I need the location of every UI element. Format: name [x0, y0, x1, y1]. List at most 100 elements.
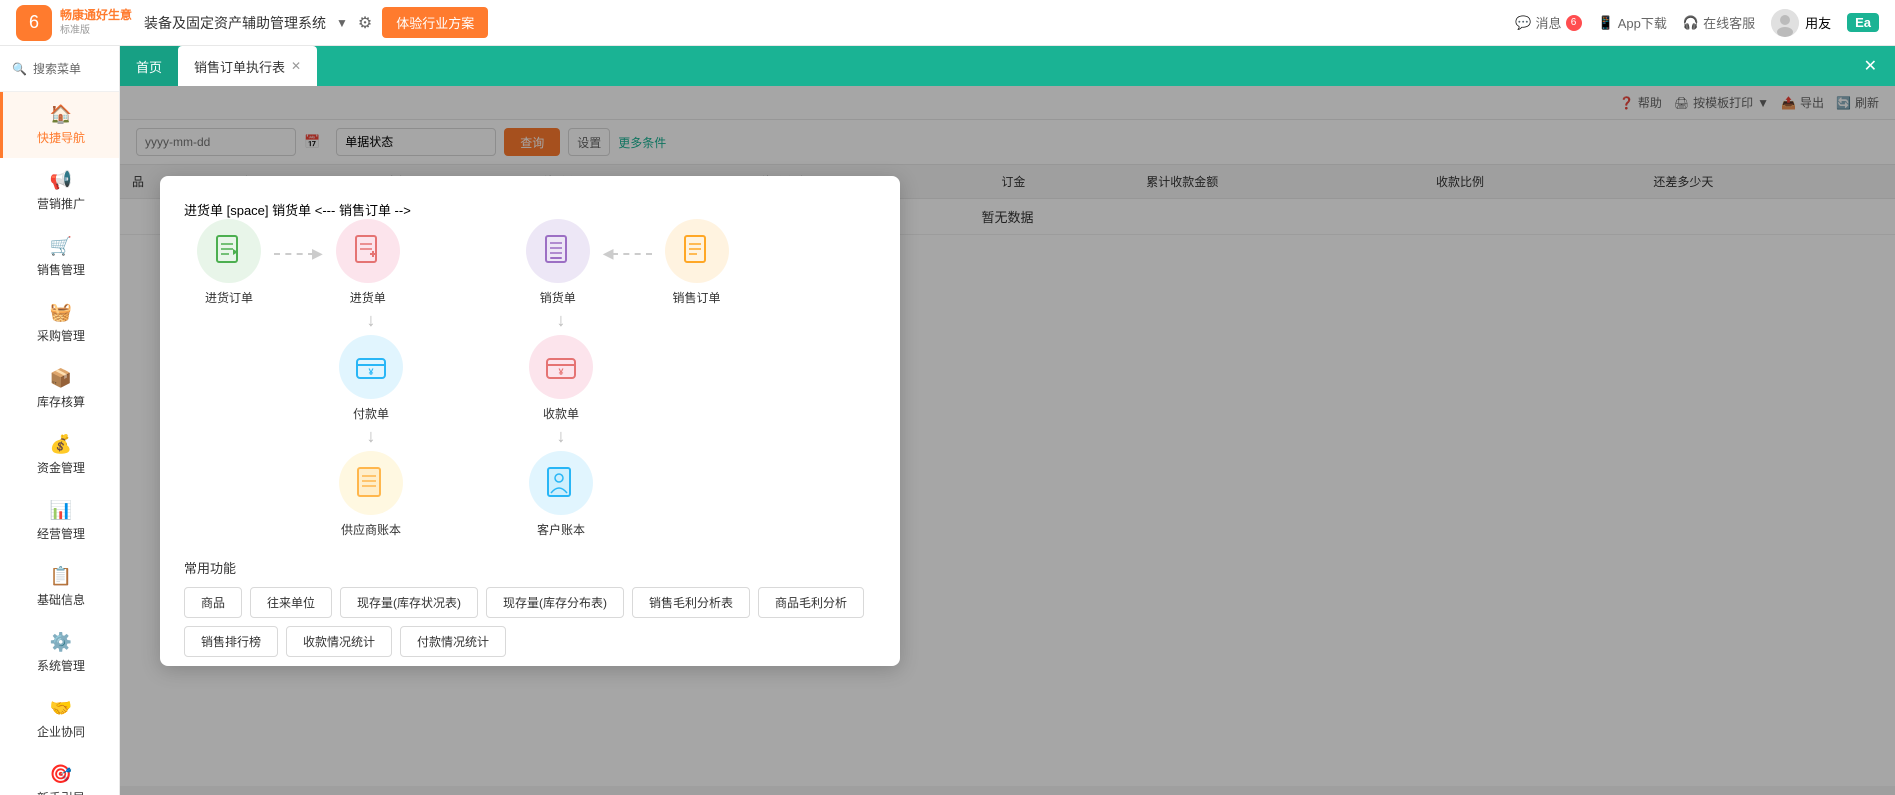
customer-account-circle[interactable] [529, 451, 593, 515]
system-dropdown-button[interactable]: ▼ [336, 16, 348, 30]
popup-overlay[interactable]: 进货单 [space] 销货单 <--- 销售订单 --> 进货订单 ▶ [120, 86, 1895, 795]
tab-sales-order[interactable]: 销售订单执行表 ✕ [178, 46, 317, 86]
btn-stock-dist[interactable]: 现存量(库存分布表) [486, 587, 624, 618]
basic-info-icon: 📋 [50, 566, 72, 587]
online-service-label: 在线客服 [1703, 13, 1755, 32]
sidebar-item-collab[interactable]: 🤝 企业协同 [0, 686, 119, 752]
customer-account-label: 客户账本 [537, 521, 585, 538]
service-icon: 🎧 [1683, 15, 1699, 31]
logo-version: 标准版 [60, 24, 132, 38]
tab-home[interactable]: 首页 [120, 46, 178, 86]
supplier-account-circle[interactable] [339, 451, 403, 515]
svg-text:¥: ¥ [368, 367, 373, 377]
logo-char: 6 [29, 12, 39, 33]
node-purchase-order: 进货订单 [184, 219, 274, 306]
purchase-order-label: 进货订单 [205, 289, 253, 306]
ea-badge: Ea [1847, 13, 1879, 32]
receipt-label: 收款单 [543, 405, 579, 422]
btn-product-margin[interactable]: 商品毛利分析 [758, 587, 864, 618]
purchase-order-circle[interactable] [197, 219, 261, 283]
sidebar-item-label-operations: 经营管理 [37, 525, 85, 542]
message-action[interactable]: 💬 消息 6 [1515, 13, 1581, 32]
common-functions-title: 常用功能 [184, 558, 876, 577]
function-btns-row2: 销售排行榜 收款情况统计 付款情况统计 [184, 626, 876, 657]
trial-button[interactable]: 体验行业方案 [382, 7, 488, 38]
sales-bill-circle[interactable] [526, 219, 590, 283]
tab-bar: 首页 销售订单执行表 ✕ ✕ [120, 46, 1895, 86]
app-download-action[interactable]: 📱 App下载 [1598, 13, 1667, 32]
page-content: ❓ 帮助 🖨 按模板打印 ▼ 📤 导出 🔄 刷新 [120, 86, 1895, 795]
receipt-circle[interactable]: ¥ [529, 335, 593, 399]
home-icon: 🏠 [50, 104, 72, 125]
flow-row1: 进货订单 ▶ 进货单 [184, 219, 876, 306]
logo-name: 畅康通好生意 [60, 7, 132, 24]
sidebar-item-inventory[interactable]: 📦 库存核算 [0, 356, 119, 422]
btn-receipt-stats[interactable]: 收款情况统计 [286, 626, 392, 657]
online-service-action[interactable]: 🎧 在线客服 [1683, 13, 1755, 32]
flow-row3: 供应商账本 客户账本 [184, 451, 876, 538]
btn-payment-stats[interactable]: 付款情况统计 [400, 626, 506, 657]
down-arrow-receipt: ↓ [516, 426, 606, 447]
inventory-icon: 📦 [50, 368, 72, 389]
sales-order-circle[interactable] [665, 219, 729, 283]
tab-close-icon[interactable]: ✕ [291, 59, 301, 73]
system-icon: ⚙️ [50, 632, 72, 653]
flow-bot-arrows: ↓ ↓ [184, 426, 876, 447]
node-receipt: ¥ 收款单 [516, 335, 606, 422]
btn-product[interactable]: 商品 [184, 587, 242, 618]
node-customer-account: 客户账本 [516, 451, 606, 538]
down-arrow-purchase: ↓ [326, 310, 416, 331]
btn-sales-margin[interactable]: 销售毛利分析表 [632, 587, 750, 618]
flow-mid-arrows: ↓ ↓ [184, 310, 876, 331]
sales-order-label: 销售订单 [673, 289, 721, 306]
user-avatar [1771, 9, 1799, 37]
sidebar-item-operations[interactable]: 📊 经营管理 [0, 488, 119, 554]
down-arrow-payment: ↓ [326, 426, 416, 447]
supplier-account-label: 供应商账本 [341, 521, 401, 538]
btn-stock-status[interactable]: 现存量(库存状况表) [340, 587, 478, 618]
sidebar-item-label-quick-nav: 快捷导航 [37, 129, 85, 146]
settings-button[interactable]: ⚙ [358, 13, 372, 33]
sidebar-item-label-guide: 新手引导 [37, 789, 85, 795]
search-menu-button[interactable]: 🔍 搜索菜单 [8, 56, 111, 81]
sidebar-item-guide[interactable]: 🎯 新手引导 [0, 752, 119, 795]
arrow-right-1: ▶ [274, 245, 323, 262]
sidebar-item-marketing[interactable]: 📢 营销推广 [0, 158, 119, 224]
popup-modal: 进货单 [space] 销货单 <--- 销售订单 --> 进货订单 ▶ [160, 176, 900, 666]
logo-text: 畅康通好生意 标准版 [60, 7, 132, 38]
down-arrow-sales: ↓ [516, 310, 606, 331]
message-label: 消息 [1536, 13, 1562, 32]
sidebar-item-basic-info[interactable]: 📋 基础信息 [0, 554, 119, 620]
marketing-icon: 📢 [50, 170, 72, 191]
tab-bar-actions: ✕ [1856, 52, 1895, 80]
logo-area: 6 畅康通好生意 标准版 [16, 5, 134, 41]
top-header: 6 畅康通好生意 标准版 装备及固定资产辅助管理系统 ▼ ⚙ 体验行业方案 💬 … [0, 0, 1895, 46]
sidebar-item-sales[interactable]: 🛒 销售管理 [0, 224, 119, 290]
sidebar-item-finance[interactable]: 💰 资金管理 [0, 422, 119, 488]
sidebar-item-quick-nav[interactable]: 🏠 快捷导航 [0, 92, 119, 158]
app-download-label: App下载 [1618, 13, 1667, 32]
sidebar-item-label-finance: 资金管理 [37, 459, 85, 476]
content-area: 首页 销售订单执行表 ✕ ✕ ❓ 帮助 🖨 按模板打印 ▼ [120, 46, 1895, 795]
sidebar-item-label-inventory: 库存核算 [37, 393, 85, 410]
sales-icon: 🛒 [50, 236, 72, 257]
tab-bar-close-button[interactable]: ✕ [1856, 52, 1885, 80]
sidebar-item-purchase[interactable]: 🧺 采购管理 [0, 290, 119, 356]
home-tab-label: 首页 [136, 57, 162, 76]
flow-container: 进货单 [space] 销货单 <--- 销售订单 --> 进货订单 ▶ [184, 200, 876, 538]
arrow-left-1: ◀ [603, 245, 652, 262]
function-btns-row1: 商品 往来单位 现存量(库存状况表) 现存量(库存分布表) 销售毛利分析表 商品… [184, 587, 876, 618]
common-functions: 常用功能 商品 往来单位 现存量(库存状况表) 现存量(库存分布表) 销售毛利分… [184, 558, 876, 657]
purchase-bill-circle[interactable] [336, 219, 400, 283]
purchase-icon: 🧺 [50, 302, 72, 323]
phone-icon: 📱 [1598, 15, 1614, 31]
user-area[interactable]: 用友 [1771, 9, 1831, 37]
btn-sales-rank[interactable]: 销售排行榜 [184, 626, 278, 657]
system-title: 装备及固定资产辅助管理系统 [144, 13, 326, 33]
payment-circle[interactable]: ¥ [339, 335, 403, 399]
sidebar-search-area: 🔍 搜索菜单 [0, 46, 119, 92]
sidebar-item-system[interactable]: ⚙️ 系统管理 [0, 620, 119, 686]
search-icon: 🔍 [12, 62, 27, 76]
main-layout: 🔍 搜索菜单 🏠 快捷导航 📢 营销推广 🛒 销售管理 🧺 采购管理 📦 库存核… [0, 46, 1895, 795]
btn-counterpart[interactable]: 往来单位 [250, 587, 332, 618]
